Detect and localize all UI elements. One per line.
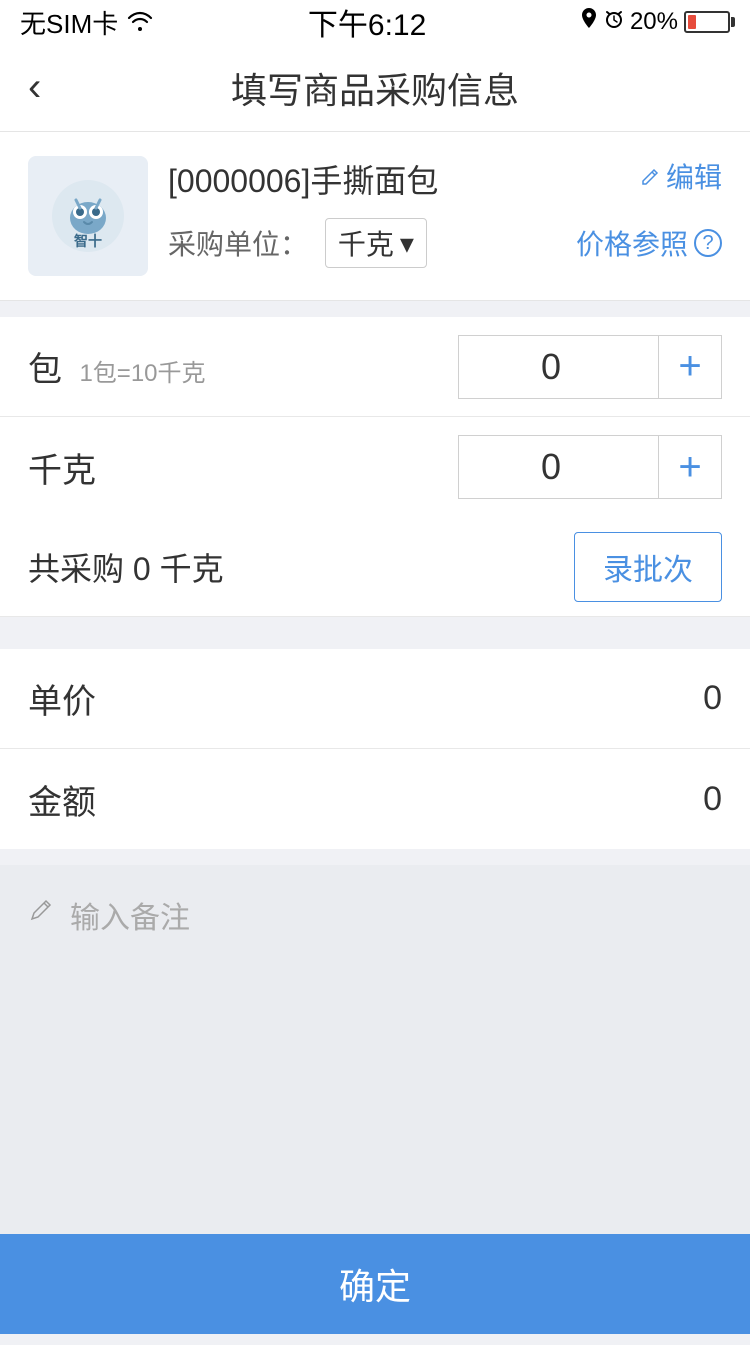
price-ref-button[interactable]: 价格参照 ? — [576, 223, 722, 263]
confirm-button[interactable]: 确定 — [0, 1234, 750, 1334]
unit-price-row: 单价 0 — [0, 649, 750, 749]
bao-input-wrap: + — [458, 335, 722, 399]
battery-pct: 20% — [630, 8, 678, 36]
amount-value: 0 — [703, 780, 722, 819]
unit-selector-group: 采购单位： 千克 ▾ — [168, 218, 427, 268]
status-bar: 无SIM卡 下午6:12 20% — [0, 0, 750, 44]
kg-plus-button[interactable]: + — [658, 435, 722, 499]
location-icon — [580, 8, 598, 37]
bao-sublabel: 1包=10千克 — [79, 360, 205, 387]
carrier-label: 无SIM卡 — [20, 4, 118, 41]
notes-placeholder: 输入备注 — [70, 893, 190, 937]
bao-input-row: 包 1包=10千克 + — [0, 317, 750, 417]
unit-select[interactable]: 千克 ▾ — [325, 218, 427, 268]
kg-label: 千克 — [28, 443, 96, 492]
product-header: [0000006]手撕面包 编辑 — [168, 156, 722, 202]
quantity-section: 包 1包=10千克 + 千克 + — [0, 317, 750, 517]
notes-section[interactable]: 输入备注 — [0, 865, 750, 965]
confirm-bar: 确定 — [0, 1234, 750, 1334]
bao-qty-input[interactable] — [458, 335, 658, 399]
status-left: 无SIM卡 — [20, 4, 154, 41]
total-section: 共采购 0 千克 录批次 — [0, 517, 750, 617]
kg-input-row: 千克 + — [0, 417, 750, 517]
unit-price-label: 单价 — [28, 674, 96, 723]
divider-1 — [0, 301, 750, 317]
product-name: [0000006]手撕面包 — [168, 156, 438, 202]
batch-button[interactable]: 录批次 — [574, 532, 722, 602]
battery-icon — [684, 11, 730, 33]
unit-label: 采购单位： — [168, 229, 308, 260]
alarm-icon — [604, 8, 624, 37]
amount-row: 金额 0 — [0, 749, 750, 849]
divider-2 — [0, 617, 750, 633]
pencil-icon — [28, 897, 56, 933]
help-icon: ? — [694, 229, 722, 257]
status-time: 下午6:12 — [308, 0, 426, 44]
nav-bar: ‹ 填写商品采购信息 — [0, 44, 750, 132]
content-fill-area — [0, 965, 750, 1245]
wifi-icon — [126, 7, 154, 38]
total-text: 共采购 0 千克 — [28, 544, 224, 590]
bao-label: 包 1包=10千克 — [28, 342, 206, 391]
svg-text:智十: 智十 — [73, 233, 102, 249]
bao-plus-button[interactable]: + — [658, 335, 722, 399]
amount-label: 金额 — [28, 775, 96, 824]
kg-qty-input[interactable] — [458, 435, 658, 499]
dropdown-icon: ▾ — [400, 227, 414, 260]
product-thumbnail: 智十 — [28, 156, 148, 276]
kg-input-wrap: + — [458, 435, 722, 499]
product-card: 智十 [0000006]手撕面包 编辑 — [0, 132, 750, 301]
price-section: 单价 0 金额 0 — [0, 649, 750, 849]
battery-fill — [688, 15, 696, 29]
product-info: [0000006]手撕面包 编辑 采购单位： 千克 — [168, 156, 722, 268]
unit-price-value: 0 — [703, 679, 722, 718]
product-unit-row: 采购单位： 千克 ▾ 价格参照 ? — [168, 218, 722, 268]
back-button[interactable]: ‹ — [28, 65, 41, 110]
scrollable-content: 智十 [0000006]手撕面包 编辑 — [0, 132, 750, 1345]
edit-button[interactable]: 编辑 — [640, 156, 722, 196]
page-title: 填写商品采购信息 — [231, 62, 519, 114]
status-right: 20% — [580, 8, 730, 37]
